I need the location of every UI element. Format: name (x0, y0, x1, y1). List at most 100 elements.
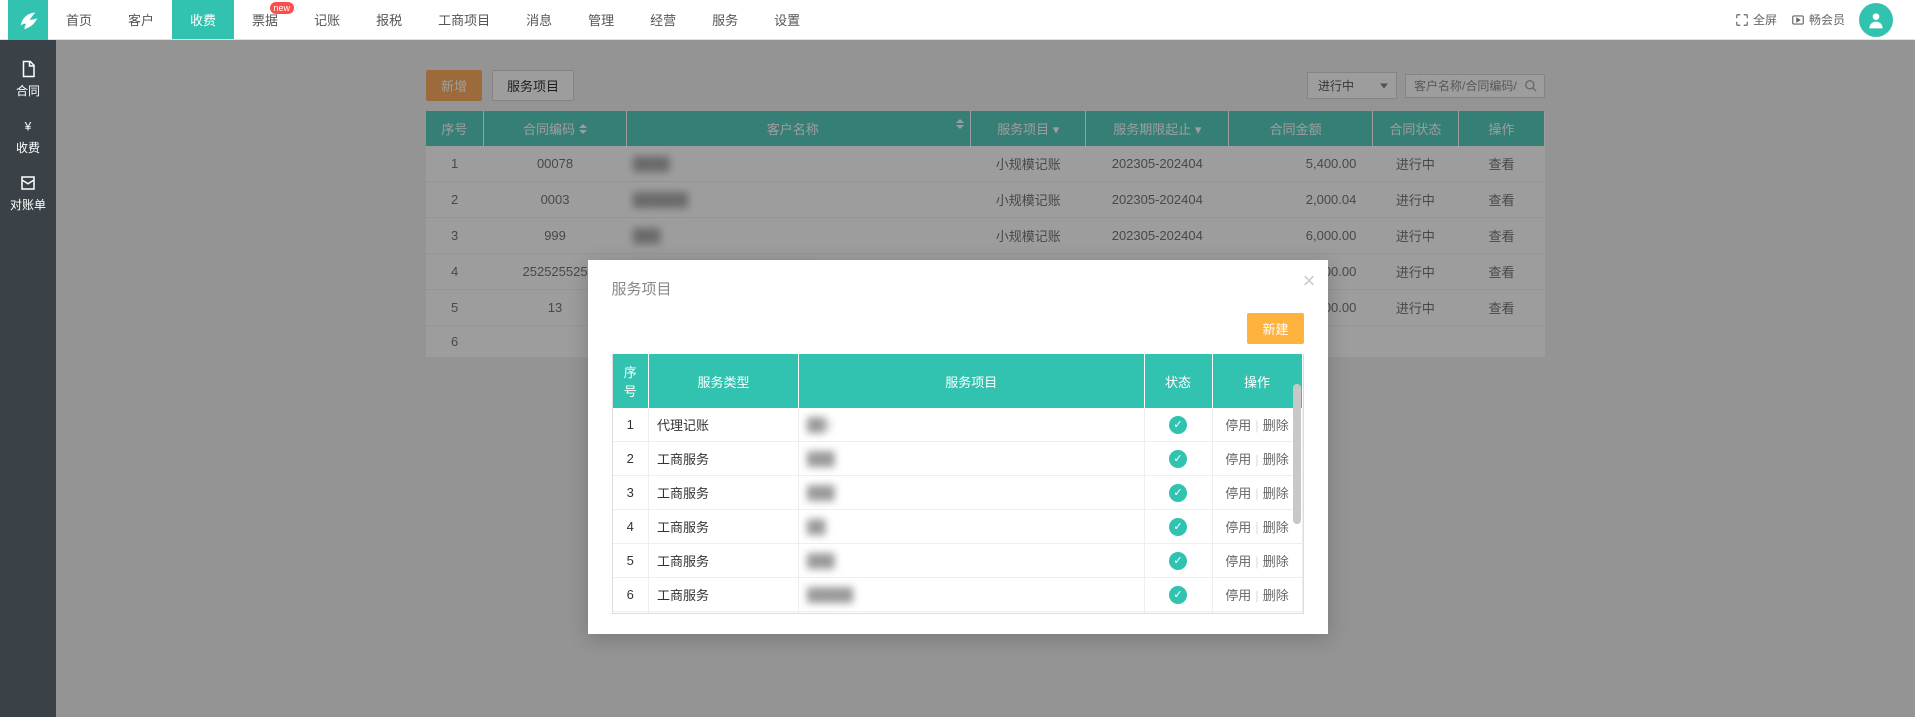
sidebar-label: 合同 (16, 82, 40, 99)
mcell-seq: 7 (613, 612, 649, 615)
mcell-type: 代理记账 (649, 408, 799, 442)
feather-icon (17, 9, 39, 31)
mth-status: 状态 (1144, 354, 1212, 408)
topnav-label: 设置 (774, 10, 800, 29)
mcell-op: 停用|删除 (1212, 544, 1302, 578)
mcell-status: ✓ (1144, 612, 1212, 615)
topnav-item-0[interactable]: 首页 (48, 0, 110, 39)
topnav-item-9[interactable]: 经营 (632, 0, 694, 39)
topnav-item-6[interactable]: 工商项目 (420, 0, 508, 39)
topnav-label: 工商项目 (438, 10, 490, 29)
delete-link[interactable]: 删除 (1263, 418, 1289, 433)
fullscreen-label: 全屏 (1753, 11, 1777, 28)
receipt-icon (19, 174, 37, 192)
modal-toolbar: 新建 (588, 307, 1328, 354)
topnav-item-4[interactable]: 记账 (296, 0, 358, 39)
topnav-item-11[interactable]: 设置 (756, 0, 818, 39)
mcell-op: 停用|删除 (1212, 408, 1302, 442)
member-label: 畅会员 (1809, 11, 1845, 28)
avatar[interactable] (1859, 3, 1893, 37)
mcell-status: ✓ (1144, 476, 1212, 510)
mcell-seq: 6 (613, 578, 649, 612)
topnav-label: 经营 (650, 10, 676, 29)
topnav-item-5[interactable]: 报税 (358, 0, 420, 39)
check-icon: ✓ (1169, 586, 1187, 604)
topnav-label: 管理 (588, 10, 614, 29)
disable-link[interactable]: 停用 (1225, 418, 1251, 433)
new-badge: new (270, 2, 295, 14)
mcell-project: █████ (799, 578, 1145, 612)
mcell-status: ✓ (1144, 510, 1212, 544)
new-button[interactable]: 新建 (1247, 313, 1303, 344)
topnav-item-1[interactable]: 客户 (110, 0, 172, 39)
topnav-label: 消息 (526, 10, 552, 29)
disable-link[interactable]: 停用 (1225, 588, 1251, 603)
mcell-type: 工商服务 (649, 578, 799, 612)
logo[interactable] (8, 0, 48, 40)
member-button[interactable]: 畅会员 (1791, 11, 1845, 28)
disable-link[interactable]: 停用 (1225, 486, 1251, 501)
topnav-item-2[interactable]: 收费 (172, 0, 234, 39)
mcell-op: 停用|删除 (1212, 612, 1302, 615)
modal-row: 5工商服务███✓停用|删除 (613, 544, 1303, 578)
topnav-label: 客户 (128, 10, 154, 29)
mcell-status: ✓ (1144, 544, 1212, 578)
file-icon (19, 60, 37, 78)
service-modal: × 服务项目 新建 序号 服务类型 服务项目 状态 操作 1代理记账██1✓停用… (588, 260, 1328, 634)
modal-row: 6工商服务█████✓停用|删除 (613, 578, 1303, 612)
sidebar-item-0[interactable]: 合同 (0, 52, 56, 109)
mcell-project: ██1 (799, 408, 1145, 442)
mcell-seq: 1 (613, 408, 649, 442)
modal-row: 7工商服务███✓停用|删除 (613, 612, 1303, 615)
fullscreen-button[interactable]: 全屏 (1735, 11, 1777, 28)
mcell-status: ✓ (1144, 442, 1212, 476)
mcell-type: 工商服务 (649, 510, 799, 544)
mcell-op: 停用|删除 (1212, 578, 1302, 612)
yen-icon: ¥ (19, 117, 37, 135)
mcell-seq: 2 (613, 442, 649, 476)
delete-link[interactable]: 删除 (1263, 588, 1289, 603)
sidebar-item-1[interactable]: ¥ 收费 (0, 109, 56, 166)
user-icon (1866, 10, 1886, 30)
sidebar-item-2[interactable]: 对账单 (0, 166, 56, 223)
disable-link[interactable]: 停用 (1225, 452, 1251, 467)
svg-text:¥: ¥ (24, 120, 32, 134)
mcell-op: 停用|删除 (1212, 476, 1302, 510)
mcell-seq: 3 (613, 476, 649, 510)
mcell-project: ███ (799, 612, 1145, 615)
scrollbar[interactable] (1293, 384, 1301, 524)
mcell-project: ███ (799, 544, 1145, 578)
delete-link[interactable]: 删除 (1263, 554, 1289, 569)
mcell-seq: 5 (613, 544, 649, 578)
mcell-type: 工商服务 (649, 476, 799, 510)
mcell-status: ✓ (1144, 408, 1212, 442)
mcell-type: 工商服务 (649, 612, 799, 615)
topnav-label: 收费 (190, 10, 216, 29)
mcell-op: 停用|删除 (1212, 510, 1302, 544)
delete-link[interactable]: 删除 (1263, 520, 1289, 535)
mcell-project: ███ (799, 476, 1145, 510)
sidebar: 合同 ¥ 收费对账单 (0, 40, 56, 717)
mth-project: 服务项目 (799, 354, 1145, 408)
modal-row: 3工商服务███ ✓ 停用|删除 (613, 476, 1303, 510)
topnav-item-10[interactable]: 服务 (694, 0, 756, 39)
check-icon: ✓ (1169, 450, 1187, 468)
disable-link[interactable]: 停用 (1225, 520, 1251, 535)
check-icon: ✓ (1169, 484, 1187, 502)
check-icon: ✓ (1169, 518, 1187, 536)
check-icon: ✓ (1169, 552, 1187, 570)
topnav-item-7[interactable]: 消息 (508, 0, 570, 39)
delete-link[interactable]: 删除 (1263, 486, 1289, 501)
mcell-seq: 4 (613, 510, 649, 544)
fullscreen-icon (1735, 13, 1749, 27)
mth-seq: 序号 (613, 354, 649, 408)
sidebar-label: 对账单 (10, 196, 46, 213)
sidebar-label: 收费 (16, 139, 40, 156)
topnav-item-8[interactable]: 管理 (570, 0, 632, 39)
delete-link[interactable]: 删除 (1263, 452, 1289, 467)
modal-row: 4工商服务██✓停用|删除 (613, 510, 1303, 544)
disable-link[interactable]: 停用 (1225, 554, 1251, 569)
close-icon[interactable]: × (1303, 268, 1316, 294)
modal-row: 2工商服务███✓停用|删除 (613, 442, 1303, 476)
topnav-item-3[interactable]: 票据new (234, 0, 296, 39)
